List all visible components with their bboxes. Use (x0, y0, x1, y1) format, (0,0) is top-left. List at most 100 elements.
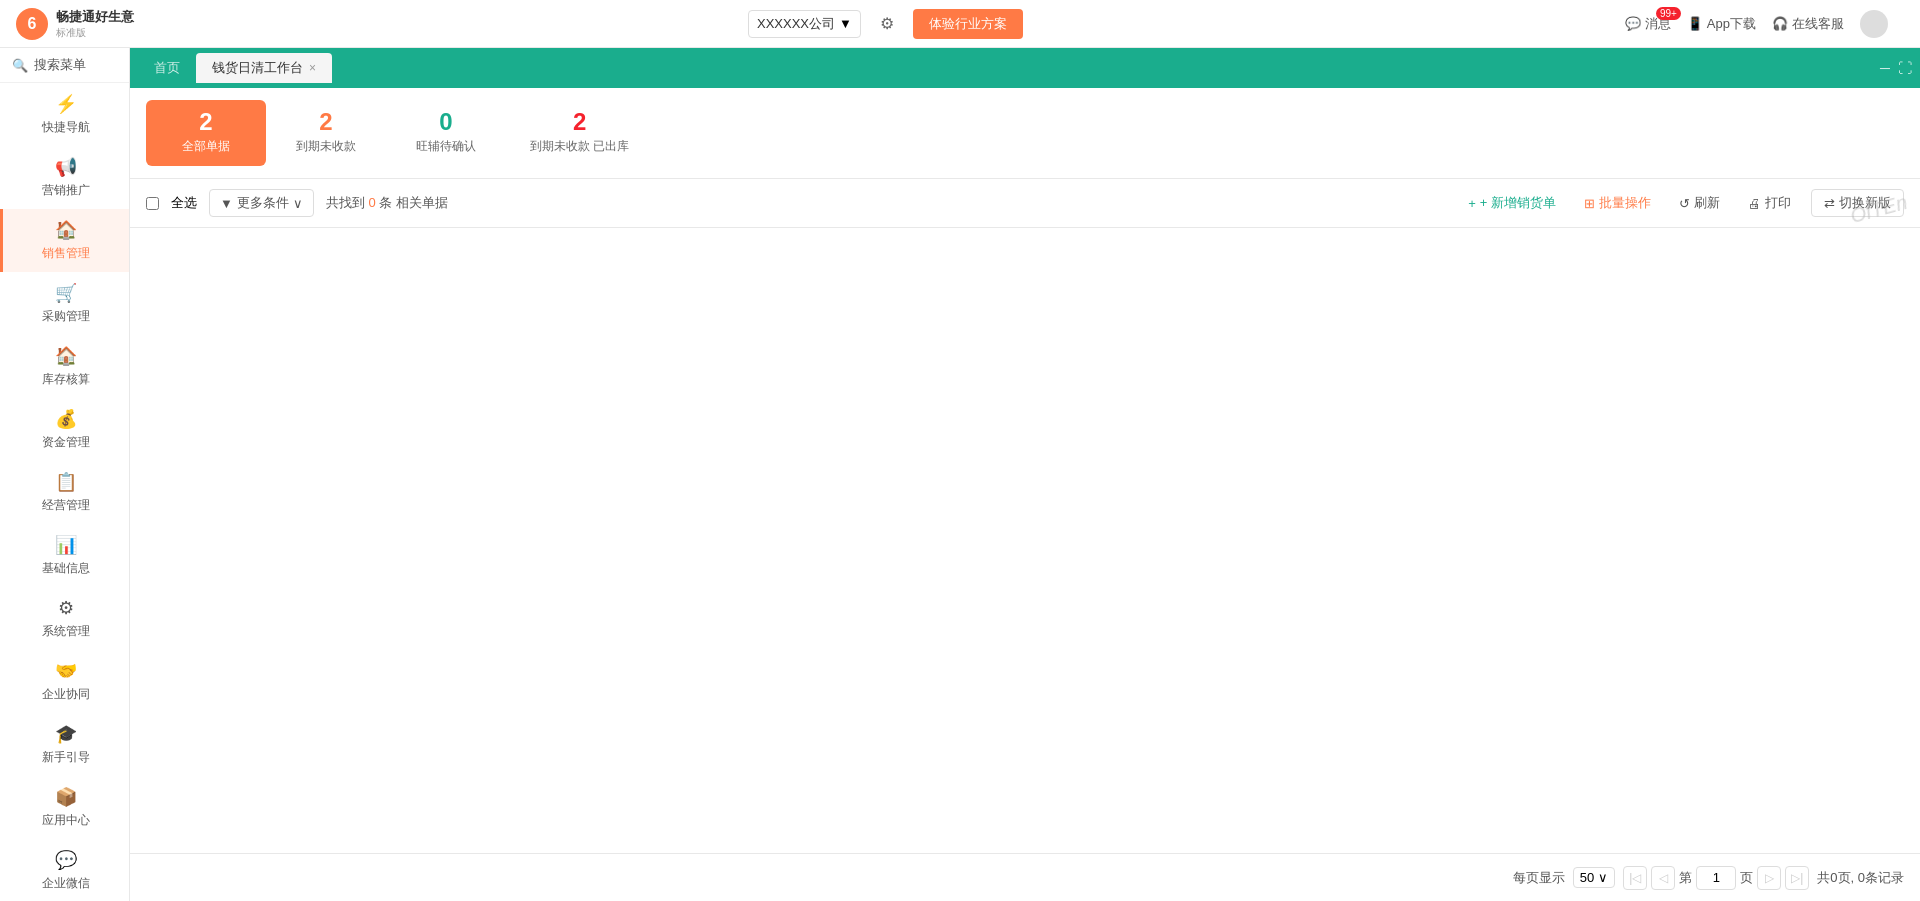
sidebar-item-purchase[interactable]: 🛒 采购管理 (0, 272, 129, 335)
add-sale-btn[interactable]: + + 新增销货单 (1460, 190, 1564, 216)
table-area (130, 228, 1920, 853)
system-icon: ⚙ (58, 597, 74, 619)
guide-icon: 🎓 (55, 723, 77, 745)
top-header: 6 畅捷通好生意 标准版 XXXXXX公司 ▼ ⚙ 体验行业方案 💬 消息 99… (0, 0, 1920, 48)
sidebar-item-label: 系统管理 (42, 623, 90, 640)
sidebar-item-enterprise[interactable]: 🤝 企业协同 (0, 650, 129, 713)
sidebar-item-inventory[interactable]: 🏠 库存核算 (0, 335, 129, 398)
page-first-btn[interactable]: |◁ (1623, 866, 1647, 890)
switch-icon: ⇄ (1824, 196, 1835, 211)
page-next-btn[interactable]: ▷ (1757, 866, 1781, 890)
avatar[interactable] (1860, 10, 1888, 38)
page-content: 2 全部单据 2 到期未收款 0 旺辅待确认 2 到期未收款 已出库 (130, 88, 1920, 901)
batch-icon: ⊞ (1584, 196, 1595, 211)
card-label-overdue: 到期未收款 (290, 138, 362, 155)
purchase-icon: 🛒 (55, 282, 77, 304)
company-selector[interactable]: XXXXXX公司 ▼ (748, 10, 861, 38)
base-info-icon: 📊 (55, 534, 77, 556)
message-action[interactable]: 💬 消息 99+ (1625, 15, 1671, 33)
card-count-overdue: 2 (290, 108, 362, 136)
per-page-chevron: ∨ (1598, 870, 1608, 885)
sidebar-item-label: 采购管理 (42, 308, 90, 325)
card-count-pending: 0 (410, 108, 482, 136)
sidebar-item-label: 销售管理 (42, 245, 90, 262)
summary-card-overdue-out[interactable]: 2 到期未收款 已出库 (506, 100, 653, 166)
card-count-all: 2 (170, 108, 242, 136)
sidebar-item-finance[interactable]: 💰 资金管理 (0, 398, 129, 461)
page-input[interactable] (1696, 866, 1736, 890)
add-sale-label: + 新增销货单 (1480, 194, 1556, 212)
sidebar-item-label: 企业微信 (42, 875, 90, 892)
inventory-icon: 🏠 (55, 345, 77, 367)
add-icon: + (1468, 196, 1476, 211)
tab-home-label: 首页 (154, 59, 180, 77)
online-service-label: 在线客服 (1792, 15, 1844, 33)
message-icon: 💬 (1625, 16, 1641, 31)
switch-btn[interactable]: ⇄ 切换新版 (1811, 189, 1904, 217)
sidebar-item-operations[interactable]: 📋 经营管理 (0, 461, 129, 524)
batch-label: 批量操作 (1599, 194, 1651, 212)
message-badge: 99+ (1656, 7, 1681, 20)
logo-text: 畅捷通好生意 标准版 (56, 8, 134, 40)
sidebar-item-quick-nav[interactable]: ⚡ 快捷导航 (0, 83, 129, 146)
card-label-all: 全部单据 (170, 138, 242, 155)
tab-actions: ─ ⛶ (1880, 60, 1912, 76)
sidebar-item-base-info[interactable]: 📊 基础信息 (0, 524, 129, 587)
filter-btn[interactable]: ▼ 更多条件 ∨ (209, 189, 314, 217)
page-last-btn[interactable]: ▷| (1785, 866, 1809, 890)
summary-card-overdue[interactable]: 2 到期未收款 (266, 100, 386, 166)
per-page-select[interactable]: 50 ∨ (1573, 867, 1615, 888)
found-count-text: 共找到 0 条 相关单据 (326, 194, 448, 212)
sidebar-item-guide[interactable]: 🎓 新手引导 (0, 713, 129, 776)
sales-icon: 🏠 (55, 219, 77, 241)
page-prev-btn[interactable]: ◁ (1651, 866, 1675, 890)
service-icon: 🎧 (1772, 16, 1788, 31)
tab-maximize-icon[interactable]: ⛶ (1898, 60, 1912, 76)
sidebar-item-apps[interactable]: 📦 应用中心 (0, 776, 129, 839)
app-name: 畅捷通好生意 (56, 8, 134, 26)
print-btn[interactable]: 🖨 打印 (1740, 190, 1799, 216)
search-icon: 🔍 (12, 58, 28, 73)
sidebar-item-label: 经营管理 (42, 497, 90, 514)
tab-workbench[interactable]: 钱货日清工作台 × (196, 53, 332, 83)
refresh-btn[interactable]: ↺ 刷新 (1671, 190, 1728, 216)
sidebar-item-system[interactable]: ⚙ 系统管理 (0, 587, 129, 650)
sidebar-item-marketing[interactable]: 📢 营销推广 (0, 146, 129, 209)
card-count-overdue-out: 2 (530, 108, 629, 136)
sidebar-search-label: 搜索菜单 (34, 56, 86, 74)
summary-card-all[interactable]: 2 全部单据 (146, 100, 266, 166)
download-icon: 📱 (1687, 16, 1703, 31)
print-label: 打印 (1765, 194, 1791, 212)
finance-icon: 💰 (55, 408, 77, 430)
refresh-label: 刷新 (1694, 194, 1720, 212)
online-service-action[interactable]: 🎧 在线客服 (1772, 15, 1844, 33)
tab-home[interactable]: 首页 (138, 53, 196, 83)
page-suffix: 页 (1740, 869, 1753, 887)
sidebar-item-label: 基础信息 (42, 560, 90, 577)
settings-icon[interactable]: ⚙ (873, 10, 901, 38)
tab-minimize-icon[interactable]: ─ (1880, 60, 1890, 76)
main-layout: 🔍 搜索菜单 ⚡ 快捷导航 📢 营销推广 🏠 销售管理 🛒 采购管理 🏠 库存核… (0, 48, 1920, 901)
logo-area: 6 畅捷通好生意 标准版 (16, 8, 146, 40)
sidebar-item-sales[interactable]: 🏠 销售管理 (0, 209, 129, 272)
batch-btn[interactable]: ⊞ 批量操作 (1576, 190, 1659, 216)
pagination: 每页显示 50 ∨ |◁ ◁ 第 页 ▷ ▷| 共0页, 0条记录 (130, 853, 1920, 901)
tab-workbench-label: 钱货日清工作台 (212, 59, 303, 77)
marketing-icon: 📢 (55, 156, 77, 178)
per-page-label: 每页显示 (1513, 869, 1565, 887)
app-download-label: App下载 (1707, 15, 1756, 33)
sidebar: 🔍 搜索菜单 ⚡ 快捷导航 📢 营销推广 🏠 销售管理 🛒 采购管理 🏠 库存核… (0, 48, 130, 901)
select-all-checkbox[interactable] (146, 197, 159, 210)
sidebar-search[interactable]: 🔍 搜索菜单 (0, 48, 129, 83)
industry-btn[interactable]: 体验行业方案 (913, 9, 1023, 39)
enterprise-icon: 🤝 (55, 660, 77, 682)
summary-card-pending[interactable]: 0 旺辅待确认 (386, 100, 506, 166)
tab-close-icon[interactable]: × (309, 61, 316, 75)
app-download-action[interactable]: 📱 App下载 (1687, 15, 1756, 33)
card-label-pending: 旺辅待确认 (410, 138, 482, 155)
app-logo-icon: 6 (16, 8, 48, 40)
toolbar-right: + + 新增销货单 ⊞ 批量操作 ↺ 刷新 🖨 打印 (1460, 189, 1904, 217)
select-all-label: 全选 (171, 194, 197, 212)
sidebar-item-wechat[interactable]: 💬 企业微信 (0, 839, 129, 901)
print-icon: 🖨 (1748, 196, 1761, 211)
